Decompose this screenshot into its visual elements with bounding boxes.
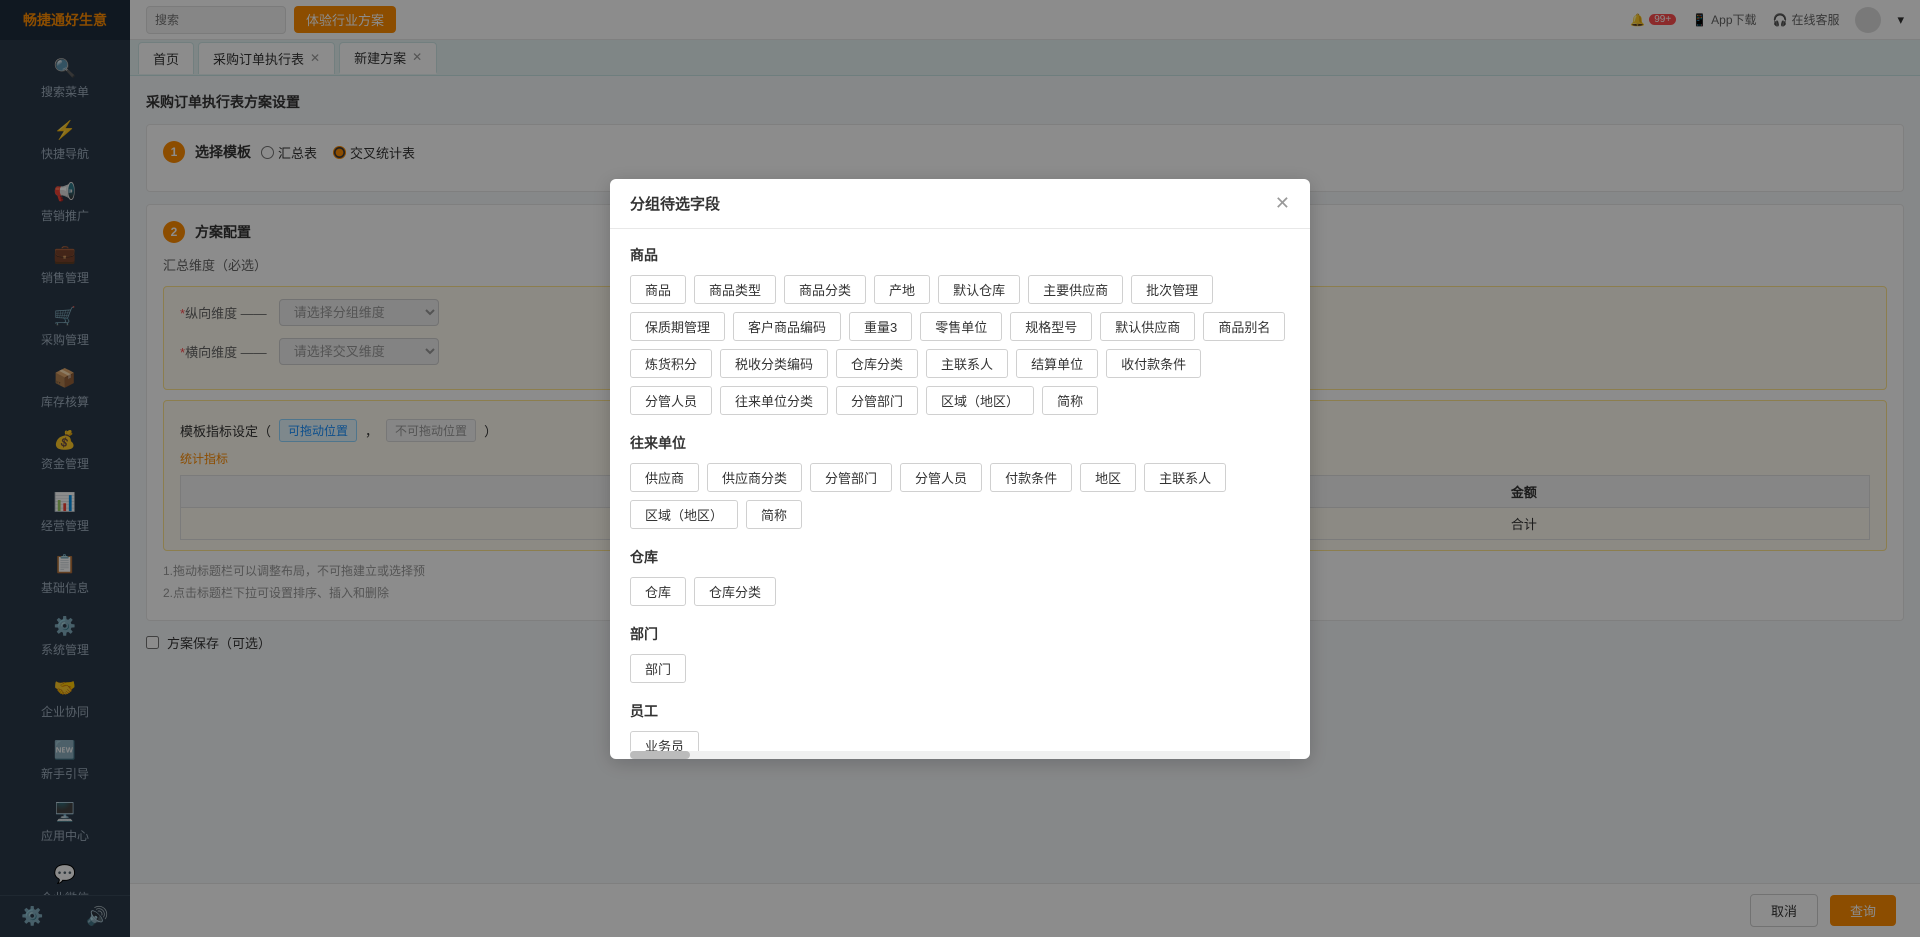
field-chip-0-3[interactable]: 产地: [874, 275, 930, 304]
field-chip-0-23[interactable]: 区域（地区）: [926, 386, 1034, 415]
modal-overlay[interactable]: 分组待选字段 ✕ 商品商品商品类型商品分类产地默认仓库主要供应商批次管理保质期管…: [0, 0, 1920, 937]
field-chip-0-12[interactable]: 默认供应商: [1100, 312, 1195, 341]
modal: 分组待选字段 ✕ 商品商品商品类型商品分类产地默认仓库主要供应商批次管理保质期管…: [610, 179, 1310, 759]
field-chip-1-0[interactable]: 供应商: [630, 463, 699, 492]
field-group-title-4: 员工: [630, 701, 1290, 721]
field-group-1: 往来单位供应商供应商分类分管部门分管人员付款条件地区主联系人区域（地区） 简称: [630, 433, 1290, 529]
field-chips-0: 商品商品类型商品分类产地默认仓库主要供应商批次管理保质期管理客户商品编码重量3 零…: [630, 275, 1290, 415]
modal-body: 商品商品商品类型商品分类产地默认仓库主要供应商批次管理保质期管理客户商品编码重量…: [610, 229, 1310, 751]
field-chip-0-11[interactable]: 规格型号: [1010, 312, 1092, 341]
field-chip-1-2[interactable]: 分管部门: [810, 463, 892, 492]
field-group-title-0: 商品: [630, 245, 1290, 265]
field-chips-4: 业务员: [630, 731, 1290, 751]
field-chip-0-7[interactable]: 保质期管理: [630, 312, 725, 341]
field-chip-0-15[interactable]: 税收分类编码: [720, 349, 828, 378]
modal-hscroll[interactable]: [630, 751, 1290, 759]
field-chips-3: 部门: [630, 654, 1290, 683]
field-chip-0-0[interactable]: 商品: [630, 275, 686, 304]
field-chip-0-22[interactable]: 分管部门: [836, 386, 918, 415]
field-group-title-3: 部门: [630, 624, 1290, 644]
field-chip-1-5[interactable]: 地区: [1080, 463, 1136, 492]
field-chips-1: 供应商供应商分类分管部门分管人员付款条件地区主联系人区域（地区） 简称: [630, 463, 1290, 529]
field-group-0: 商品商品商品类型商品分类产地默认仓库主要供应商批次管理保质期管理客户商品编码重量…: [630, 245, 1290, 415]
field-chips-2: 仓库仓库分类: [630, 577, 1290, 606]
field-chip-0-6[interactable]: 批次管理: [1131, 275, 1213, 304]
field-chip-3-0[interactable]: 部门: [630, 654, 686, 683]
field-chip-0-8[interactable]: 客户商品编码: [733, 312, 841, 341]
field-group-title-2: 仓库: [630, 547, 1290, 567]
field-chip-0-4[interactable]: 默认仓库: [938, 275, 1020, 304]
field-chip-1-1[interactable]: 供应商分类: [707, 463, 802, 492]
field-group-3: 部门部门: [630, 624, 1290, 683]
modal-close-btn[interactable]: ✕: [1275, 193, 1290, 214]
field-chip-0-5[interactable]: 主要供应商: [1028, 275, 1123, 304]
field-chip-2-0[interactable]: 仓库: [630, 577, 686, 606]
field-chip-0-9[interactable]: 重量3: [849, 312, 912, 341]
field-chip-0-13[interactable]: 商品别名: [1203, 312, 1285, 341]
field-chip-0-24[interactable]: 简称: [1042, 386, 1098, 415]
field-chip-4-0[interactable]: 业务员: [630, 731, 699, 751]
field-chip-0-16[interactable]: 仓库分类: [836, 349, 918, 378]
modal-title: 分组待选字段: [630, 193, 720, 214]
modal-header: 分组待选字段 ✕: [610, 179, 1310, 229]
field-chip-0-10[interactable]: 零售单位: [920, 312, 1002, 341]
field-chip-0-18[interactable]: 结算单位: [1016, 349, 1098, 378]
field-chip-1-3[interactable]: 分管人员: [900, 463, 982, 492]
field-group-2: 仓库仓库仓库分类: [630, 547, 1290, 606]
field-chip-0-2[interactable]: 商品分类: [784, 275, 866, 304]
field-chip-0-21[interactable]: 往来单位分类: [720, 386, 828, 415]
field-chip-0-20[interactable]: 分管人员: [630, 386, 712, 415]
field-chip-0-14[interactable]: 炼货积分: [630, 349, 712, 378]
field-chip-0-1[interactable]: 商品类型: [694, 275, 776, 304]
field-chip-2-1[interactable]: 仓库分类: [694, 577, 776, 606]
field-chip-1-8[interactable]: 简称: [746, 500, 802, 529]
field-chip-1-4[interactable]: 付款条件: [990, 463, 1072, 492]
field-chip-0-19[interactable]: 收付款条件: [1106, 349, 1201, 378]
field-chip-1-6[interactable]: 主联系人: [1144, 463, 1226, 492]
field-chip-0-17[interactable]: 主联系人: [926, 349, 1008, 378]
field-group-4: 员工业务员: [630, 701, 1290, 751]
field-group-title-1: 往来单位: [630, 433, 1290, 453]
scroll-thumb: [630, 751, 690, 759]
field-chip-1-7[interactable]: 区域（地区）: [630, 500, 738, 529]
